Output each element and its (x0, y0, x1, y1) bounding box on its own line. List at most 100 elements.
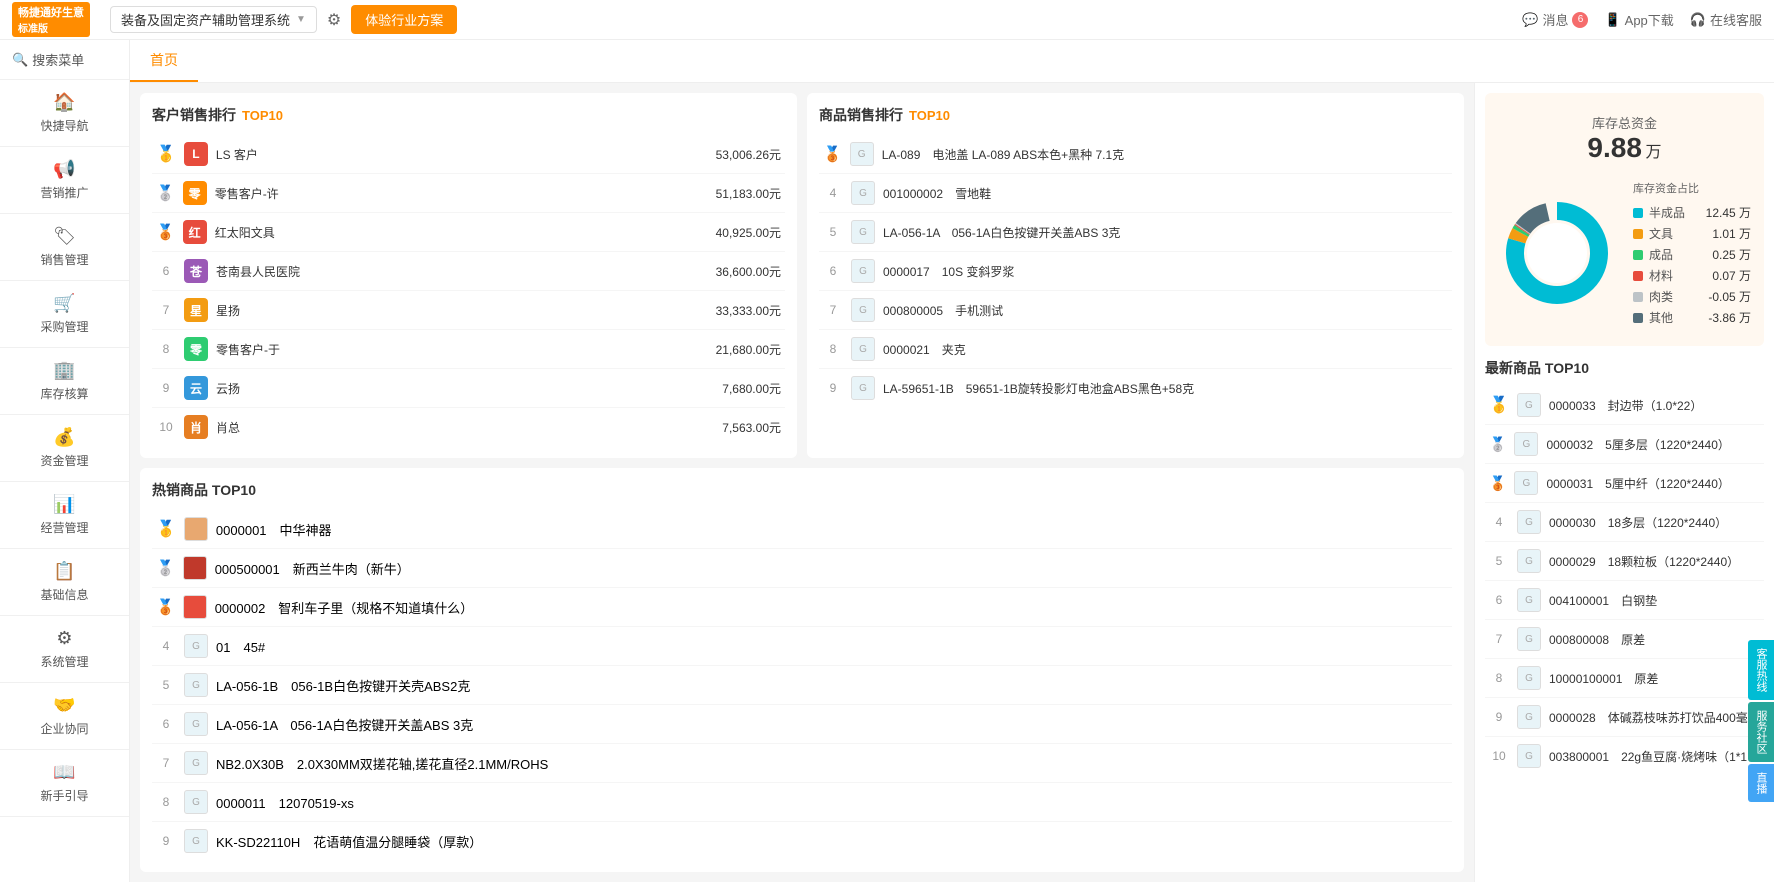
list-item[interactable]: 9 G 0000028 体碱荔枝味苏打饮品400毫升（1*15） (1485, 698, 1764, 737)
product-image: G (184, 829, 208, 853)
sidebar-item-marketing[interactable]: 📢 营销推广 (0, 147, 129, 214)
service-community-button[interactable]: 服务社区 (1748, 702, 1774, 762)
list-item[interactable]: 5 G LA-056-1A 056-1A白色按键开关盖ABS 3克 (819, 213, 1452, 252)
list-item[interactable]: 8 G 0000011 12070519-xs (152, 783, 1452, 822)
list-item[interactable]: 8 G 10000100001 原差 (1485, 659, 1764, 698)
sidebar-item-quick-nav[interactable]: 🏠 快捷导航 (0, 80, 129, 147)
legend-color (1633, 229, 1643, 239)
legend-item: 成品 0.25 万 (1633, 246, 1751, 263)
legend-item: 材料 0.07 万 (1633, 267, 1751, 284)
product-image: G (1517, 510, 1541, 534)
list-item[interactable]: 4 G 0000030 18多层（1220*2440） (1485, 503, 1764, 542)
list-item[interactable]: 🥇 0000001 中华神器 (152, 510, 1452, 549)
list-item[interactable]: 9 云 云扬 7,680.00元 (152, 369, 785, 408)
product-image: G (184, 712, 208, 736)
list-item[interactable]: 6 苍 苍南县人民医院 36,600.00元 (152, 252, 785, 291)
list-item[interactable]: 10 G 003800001 22g鱼豆腐·烧烤味（1*12*20） (1485, 737, 1764, 775)
system-selector[interactable]: 装备及固定资产辅助管理系统 ▼ (110, 6, 317, 33)
list-item[interactable]: 🥈 零 零售客户-许 51,183.00元 (152, 174, 785, 213)
settings-icon[interactable]: ⚙ (327, 10, 341, 30)
sidebar-item-basic[interactable]: 📋 基础信息 (0, 549, 129, 616)
list-item[interactable]: 🥈 G 0000032 5厘多层（1220*2440） (1485, 425, 1764, 464)
list-item[interactable]: 4 G 001000002 雪地鞋 (819, 174, 1452, 213)
sidebar-item-cooperation[interactable]: 🤝 企业协同 (0, 683, 129, 750)
hot-products-card: 热销商品 TOP10 🥇 0000001 中华神器 🥈 000500001 新西… (140, 468, 1464, 872)
sidebar-item-inventory[interactable]: 🏢 库存核算 (0, 348, 129, 415)
purchase-icon: 🛒 (53, 293, 75, 314)
sidebar-label: 资金管理 (40, 452, 88, 469)
sidebar-label: 销售管理 (40, 251, 88, 268)
dashboard-main: 客户销售排行 TOP10 🥇 L LS 客户 53,006.26元 (130, 83, 1474, 882)
list-item[interactable]: 10 肖 肖总 7,563.00元 (152, 408, 785, 446)
list-item[interactable]: 6 G 004100001 白钢垫 (1485, 581, 1764, 620)
list-item[interactable]: 🥈 000500001 新西兰牛肉（新牛） (152, 549, 1452, 588)
product-image: G (1517, 393, 1541, 417)
avatar: 星 (184, 298, 208, 322)
topbar-right: 💬 消息 6 📱 App下载 🎧 在线客服 (1522, 10, 1762, 29)
bronze-medal-icon: 🥉 (156, 598, 175, 616)
list-item[interactable]: 6 G 0000017 10S 变斜罗浆 (819, 252, 1452, 291)
online-service-button[interactable]: 🎧 在线客服 (1690, 10, 1762, 29)
list-item[interactable]: 6 G LA-056-1A 056-1A白色按键开关盖ABS 3克 (152, 705, 1452, 744)
donut-chart (1497, 193, 1617, 313)
list-item[interactable]: 9 G LA-59651-1B 59651-1B旋转投影灯电池盒ABS黑色+58… (819, 369, 1452, 407)
list-item[interactable]: 🥉 红 红太阳文具 40,925.00元 (152, 213, 785, 252)
legend-item: 肉类 -0.05 万 (1633, 288, 1751, 305)
inventory-summary-card: 库存总资金 9.88 万 (1485, 93, 1764, 346)
avatar: 云 (184, 376, 208, 400)
sidebar-item-guide[interactable]: 📖 新手引导 (0, 750, 129, 817)
list-item[interactable]: 9 G KK-SD22110H 花语萌值温分腿睡袋（厚款） (152, 822, 1452, 860)
messages-button[interactable]: 💬 消息 6 (1522, 10, 1588, 29)
content-area: 首页 客户销售排行 TOP10 🥇 (130, 40, 1774, 882)
product-image: G (184, 673, 208, 697)
trial-button[interactable]: 体验行业方案 (351, 5, 457, 34)
home-icon: 🏠 (53, 92, 75, 113)
app-download-button[interactable]: 📱 App下载 (1604, 10, 1673, 29)
search-icon: 🔍 (12, 52, 28, 68)
customer-service-button[interactable]: 客服热线 (1748, 640, 1774, 700)
sidebar-item-sales[interactable]: 🏷 销售管理 (0, 214, 129, 281)
legend-item: 其他 -3.86 万 (1633, 309, 1751, 326)
ranking-section: 客户销售排行 TOP10 🥇 L LS 客户 53,006.26元 (140, 93, 1464, 458)
customer-ranking-title: 客户销售排行 TOP10 (152, 105, 785, 125)
product-image (183, 595, 207, 619)
product-image: G (1517, 627, 1541, 651)
cooperation-icon: 🤝 (53, 695, 75, 716)
avatar: 肖 (184, 415, 208, 439)
list-item[interactable]: 🥇 G 0000033 封边带（1.0*22） (1485, 386, 1764, 425)
tab-home[interactable]: 首页 (130, 40, 198, 82)
gold-medal-icon: 🥇 (156, 519, 176, 539)
product-image (184, 517, 208, 541)
sidebar-label: 基础信息 (40, 586, 88, 603)
list-item[interactable]: 🥉 G LA-089 电池盖 LA-089 ABS本色+黑种 7.1克 (819, 135, 1452, 174)
list-item[interactable]: 7 G 000800008 原差 (1485, 620, 1764, 659)
sidebar-item-system[interactable]: ⚙ 系统管理 (0, 616, 129, 683)
list-item[interactable]: 4 G 01 45# (152, 627, 1452, 666)
new-products-card: 最新商品 TOP10 🥇 G 0000033 封边带（1.0*22） 🥈 G 0… (1485, 358, 1764, 775)
sidebar-item-operations[interactable]: 📊 经营管理 (0, 482, 129, 549)
live-button[interactable]: 直播 (1748, 764, 1774, 802)
list-item[interactable]: 7 G 000800005 手机测试 (819, 291, 1452, 330)
list-item[interactable]: 5 G 0000029 18颗粒板（1220*2440） (1485, 542, 1764, 581)
product-image: G (851, 181, 875, 205)
guide-icon: 📖 (53, 762, 75, 783)
list-item[interactable]: 8 零 零售客户-于 21,680.00元 (152, 330, 785, 369)
search-menu[interactable]: 🔍 搜索菜单 (0, 40, 129, 80)
product-image: G (851, 259, 875, 283)
right-panel: 库存总资金 9.88 万 (1474, 83, 1774, 882)
sidebar-item-purchase[interactable]: 🛒 采购管理 (0, 281, 129, 348)
logo: 畅捷通好生意 标准版 (12, 2, 90, 37)
list-item[interactable]: 7 星 星扬 33,333.00元 (152, 291, 785, 330)
list-item[interactable]: 🥉 G 0000031 5厘中纤（1220*2440） (1485, 464, 1764, 503)
legend-color (1633, 208, 1643, 218)
list-item[interactable]: 7 G NB2.0X30B 2.0X30MM双搓花轴,搓花直径2.1MM/ROH… (152, 744, 1452, 783)
list-item[interactable]: 5 G LA-056-1B 056-1B白色按键开关壳ABS2克 (152, 666, 1452, 705)
list-item[interactable]: 🥉 0000002 智利车子里（规格不知道填什么） (152, 588, 1452, 627)
product-image: G (1517, 744, 1541, 768)
product-image: G (1514, 471, 1538, 495)
customer-ranking-table: 🥇 L LS 客户 53,006.26元 🥈 零 零售客户-许 51,183.0… (152, 135, 785, 446)
list-item[interactable]: 8 G 0000021 夹克 (819, 330, 1452, 369)
sidebar-item-finance[interactable]: 💰 资金管理 (0, 415, 129, 482)
sidebar-label: 采购管理 (40, 318, 88, 335)
list-item[interactable]: 🥇 L LS 客户 53,006.26元 (152, 135, 785, 174)
